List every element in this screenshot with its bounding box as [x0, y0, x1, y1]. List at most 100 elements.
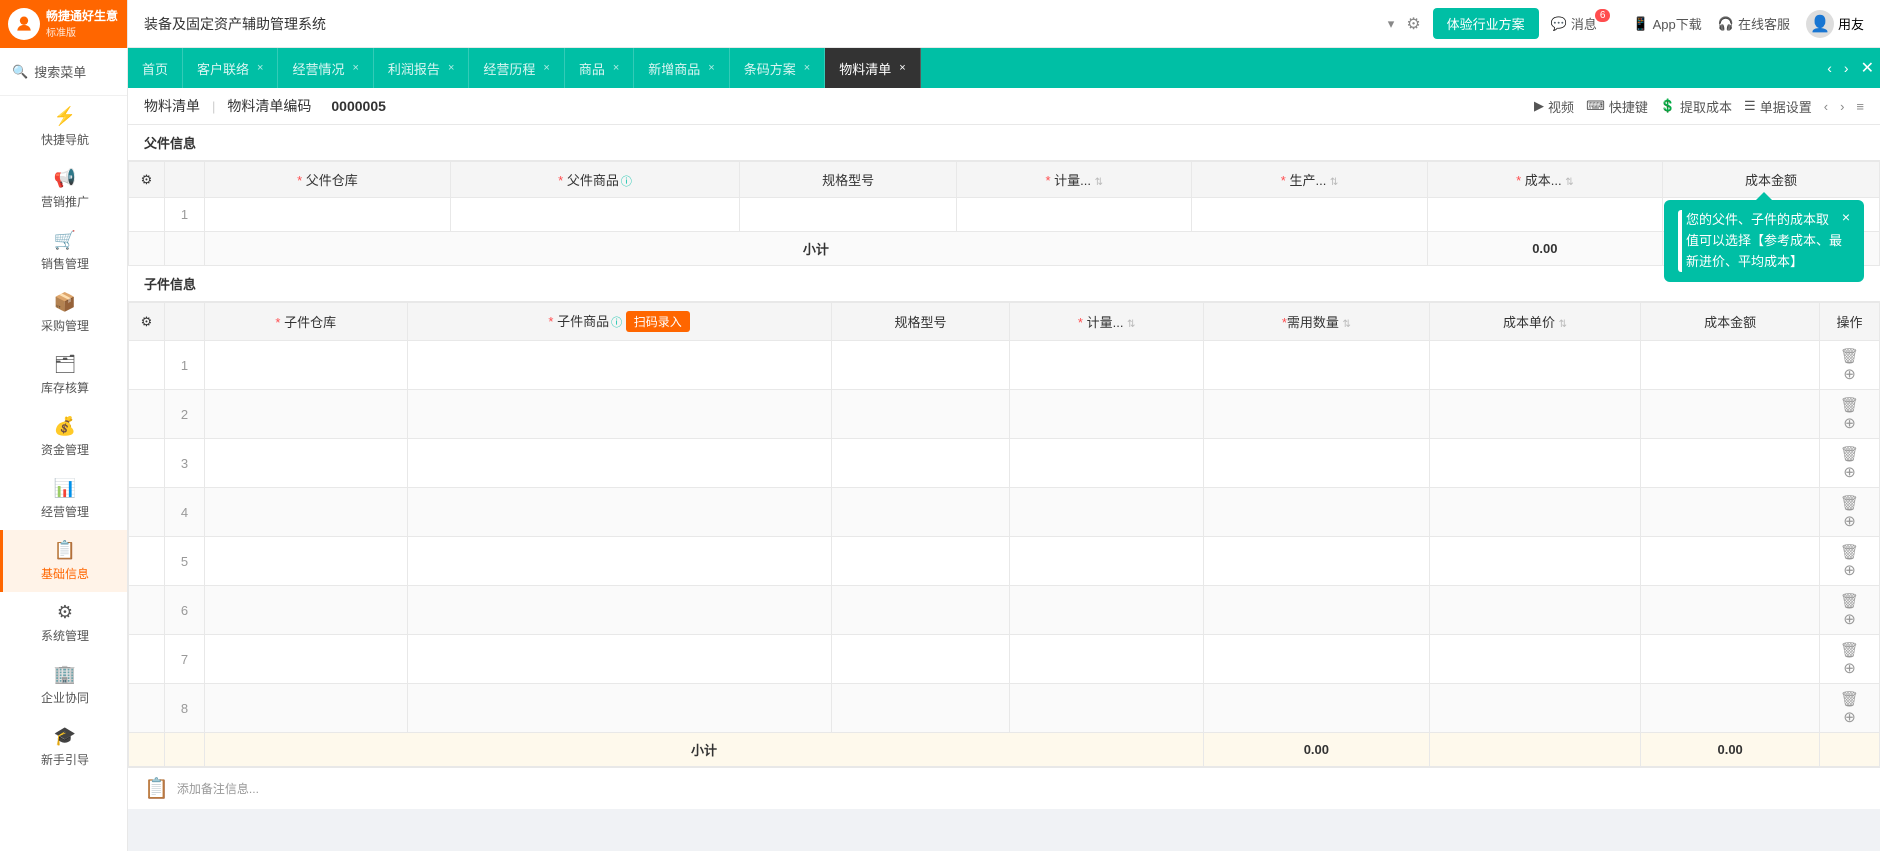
page-grid[interactable]: ≡ [1856, 99, 1864, 114]
shortcut-label: 快捷键 [1609, 97, 1648, 116]
copy-icon-r7[interactable]: ⊕ [1843, 660, 1856, 677]
sidebar-item-operations[interactable]: 📊 经营管理 [0, 468, 127, 530]
scan-btn[interactable]: 扫码录入 [626, 311, 690, 332]
delete-icon-r8[interactable]: 🗑 [1840, 691, 1859, 708]
sidebar-item-quick-nav[interactable]: ⚡ 快捷导航 [0, 96, 127, 158]
child-subtotal-qty: 0.00 [1204, 733, 1430, 767]
sidebar-item-enterprise[interactable]: 🏢 企业协同 [0, 654, 127, 716]
sidebar-item-system[interactable]: ⚙ 系统管理 [0, 592, 127, 654]
tab-new-goods[interactable]: 新增商品 × [634, 48, 729, 88]
delete-icon-r2[interactable]: 🗑 [1840, 397, 1859, 414]
sidebar-item-finance[interactable]: 💰 资金管理 [0, 406, 127, 468]
tab-home[interactable]: 首页 [128, 48, 183, 88]
tab-ops-status-close[interactable]: × [352, 62, 358, 74]
child-r2-unit-cost[interactable] [1429, 390, 1641, 439]
page-prev[interactable]: ‹ [1824, 99, 1828, 114]
gear-icon[interactable]: ⚙ [1406, 14, 1420, 34]
tab-close-all[interactable]: ✕ [1855, 58, 1880, 78]
tab-barcode-close[interactable]: × [804, 62, 810, 74]
child-subtotal-row: 小计 0.00 0.00 [129, 733, 1880, 767]
trial-button[interactable]: 体验行业方案 [1433, 8, 1539, 39]
dropdown-icon[interactable]: ▾ [1388, 16, 1395, 32]
parent-r1-spec[interactable] [740, 198, 957, 232]
tab-profit-close[interactable]: × [448, 62, 454, 74]
delete-icon-r4[interactable]: 🗑 [1840, 495, 1859, 512]
tab-history-close[interactable]: × [543, 62, 549, 74]
sidebar-item-sales[interactable]: 🛒 销售管理 [0, 220, 127, 282]
page-next[interactable]: › [1840, 99, 1844, 114]
user-area[interactable]: 👤 用友 [1806, 10, 1864, 38]
copy-icon-r2[interactable]: ⊕ [1843, 415, 1856, 432]
sidebar-item-basic-info[interactable]: 📋 基础信息 [0, 530, 127, 592]
parent-r1-cost[interactable] [1427, 198, 1662, 232]
app-download-button[interactable]: 📱 App下载 [1632, 14, 1701, 33]
action-view[interactable]: ▶ 视频 [1534, 97, 1574, 116]
tab-goods-close[interactable]: × [613, 62, 619, 74]
copy-icon-r5[interactable]: ⊕ [1843, 562, 1856, 579]
tab-bom-close[interactable]: × [899, 62, 905, 74]
tab-prev-arrow[interactable]: ‹ [1821, 60, 1838, 76]
tooltip-close-btn[interactable]: × [1842, 210, 1850, 224]
child-r2-actions: 🗑 ⊕ [1820, 390, 1880, 439]
guide-icon: 🎓 [54, 726, 76, 747]
action-settings[interactable]: ☰ 单据设置 [1744, 97, 1812, 116]
parent-r1-production[interactable] [1192, 198, 1427, 232]
child-r1-goods[interactable] [407, 341, 831, 390]
copy-icon-r6[interactable]: ⊕ [1843, 611, 1856, 628]
child-r1-warehouse[interactable] [205, 341, 408, 390]
child-r2-cost-amount[interactable] [1641, 390, 1820, 439]
child-r2-warehouse[interactable] [205, 390, 408, 439]
child-row-1: 1 🗑 ⊕ [129, 341, 1880, 390]
delete-icon-r3[interactable]: 🗑 [1840, 446, 1859, 463]
child-r1-spec[interactable] [831, 341, 1010, 390]
tab-history[interactable]: 经营历程 × [469, 48, 564, 88]
child-r1-cost-amount[interactable] [1641, 341, 1820, 390]
child-r2-qty[interactable] [1204, 390, 1430, 439]
tab-ops-status[interactable]: 经营情况 × [278, 48, 373, 88]
tab-bom[interactable]: 物料清单 × [825, 48, 920, 88]
message-label: 消息 [1571, 14, 1597, 33]
delete-icon-r6[interactable]: 🗑 [1840, 593, 1859, 610]
copy-icon-r3[interactable]: ⊕ [1843, 464, 1856, 481]
sidebar-item-inventory[interactable]: 🗂 库存核算 [0, 344, 127, 406]
child-r2-goods[interactable] [407, 390, 831, 439]
message-button[interactable]: 💬 消息 6 [1551, 14, 1617, 33]
parent-r1-warehouse[interactable] [205, 198, 451, 232]
copy-icon-r8[interactable]: ⊕ [1843, 709, 1856, 726]
delete-icon-r1[interactable]: 🗑 [1840, 348, 1859, 365]
search-menu-button[interactable]: 🔍 搜索菜单 [8, 56, 119, 87]
sidebar-item-purchase[interactable]: 📦 采购管理 [0, 282, 127, 344]
tab-new-goods-close[interactable]: × [708, 62, 714, 74]
child-r2-unit[interactable] [1010, 390, 1204, 439]
action-cost[interactable]: 💲 提取成本 [1660, 97, 1732, 116]
child-r1-qty[interactable] [1204, 341, 1430, 390]
tab-customer[interactable]: 客户联络 × [183, 48, 278, 88]
child-r1-unit-cost[interactable] [1429, 341, 1641, 390]
child-r1-unit[interactable] [1010, 341, 1204, 390]
tab-ops-status-label: 经营情况 [292, 59, 344, 78]
action-shortcut[interactable]: ⌨ 快捷键 [1586, 97, 1648, 116]
parent-th-setting[interactable]: ⚙ [129, 162, 165, 198]
delete-icon-r7[interactable]: 🗑 [1840, 642, 1859, 659]
child-th-unit: * 计量... ⇅ [1010, 303, 1204, 341]
delete-icon-r5[interactable]: 🗑 [1840, 544, 1859, 561]
tab-next-arrow[interactable]: › [1838, 60, 1855, 76]
tab-profit[interactable]: 利润报告 × [374, 48, 469, 88]
copy-icon-r4[interactable]: ⊕ [1843, 513, 1856, 530]
system-icon: ⚙ [57, 602, 73, 623]
child-row-6: 6 🗑 ⊕ [129, 586, 1880, 635]
notes-placeholder[interactable]: 添加备注信息... [177, 780, 259, 797]
parent-r1-goods[interactable] [450, 198, 739, 232]
sidebar-item-guide[interactable]: 🎓 新手引导 [0, 716, 127, 778]
sidebar-item-marketing[interactable]: 📢 营销推广 [0, 158, 127, 220]
child-r2-spec[interactable] [831, 390, 1010, 439]
child-th-setting[interactable]: ⚙ [129, 303, 165, 341]
parent-r1-unit[interactable] [957, 198, 1192, 232]
tab-barcode[interactable]: 条码方案 × [730, 48, 825, 88]
tab-customer-close[interactable]: × [257, 62, 263, 74]
sidebar-item-label: 营销推广 [41, 193, 89, 210]
copy-icon-r1[interactable]: ⊕ [1843, 366, 1856, 383]
tab-goods[interactable]: 商品 × [565, 48, 634, 88]
online-service-button[interactable]: 🎧 在线客服 [1718, 14, 1790, 33]
nav-tabs: 首页 客户联络 × 经营情况 × 利润报告 × 经营历程 × 商品 × 新增商品… [128, 48, 1880, 88]
